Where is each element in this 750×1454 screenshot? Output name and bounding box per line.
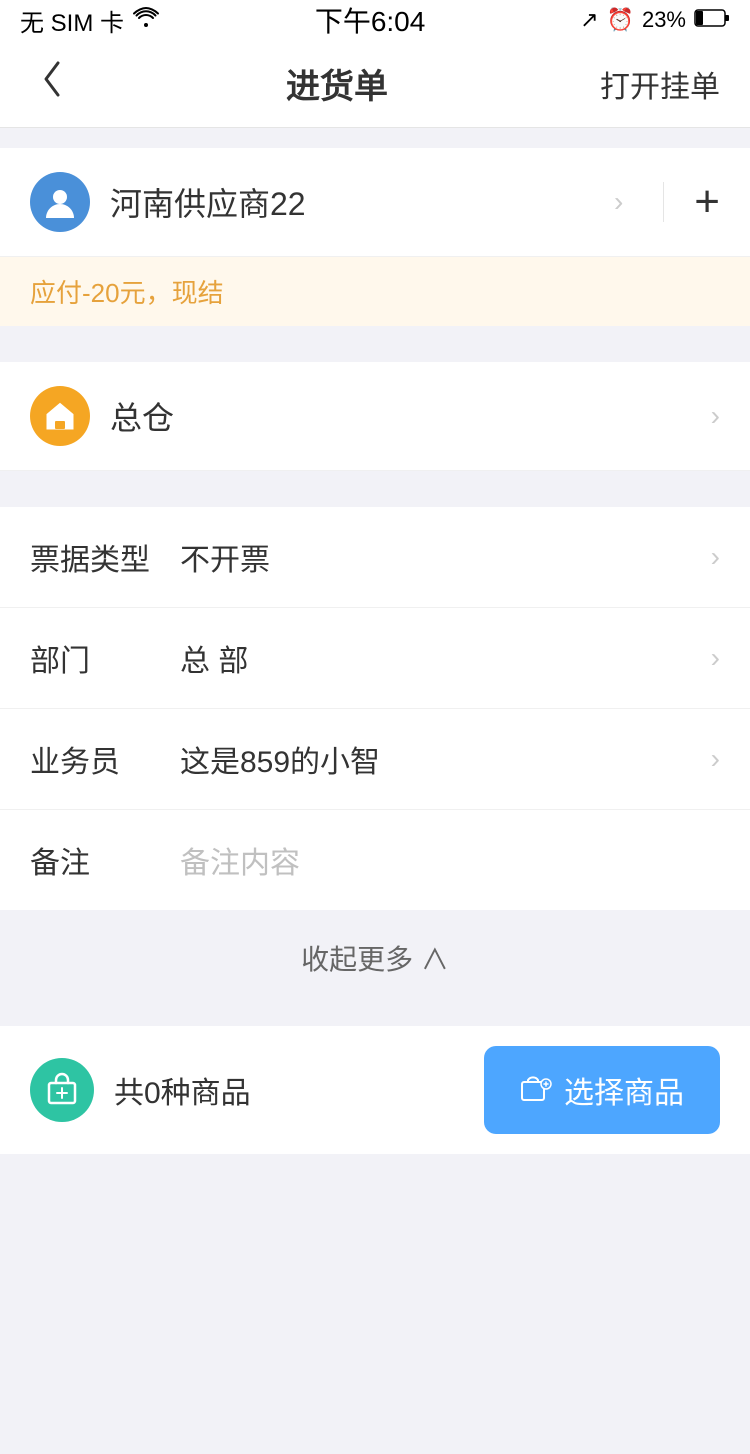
- salesperson-chevron-icon: ›: [711, 743, 720, 775]
- warehouse-chevron-icon: ›: [711, 400, 720, 432]
- section-gap-2: [0, 326, 750, 346]
- supplier-row[interactable]: 河南供应商22 › +: [0, 148, 750, 257]
- warehouse-row[interactable]: 总仓 ›: [0, 362, 750, 471]
- supplier-avatar: [30, 172, 90, 232]
- status-bar: 无 SIM 卡 下午6:04 ↗ ⏰ 23%: [0, 0, 750, 40]
- alarm-icon: ⏰: [607, 7, 634, 33]
- supplier-divider: [663, 182, 664, 222]
- supplier-name: 河南供应商22: [110, 179, 614, 225]
- invoice-type-value: 不开票: [180, 535, 711, 579]
- collapse-bar[interactable]: 收起更多 ∧: [0, 910, 750, 1006]
- notice-text: 应付-20元，现结: [30, 278, 224, 308]
- wifi-icon: [132, 6, 160, 34]
- remark-input[interactable]: 备注内容: [180, 838, 720, 882]
- salesperson-row[interactable]: 业务员 这是859的小智 ›: [0, 709, 750, 810]
- warehouse-name: 总仓: [110, 393, 711, 439]
- page-background: [0, 1154, 750, 1454]
- section-gap-3: [0, 471, 750, 491]
- remark-label: 备注: [30, 838, 180, 882]
- bottom-bar: 共0种商品 选择商品: [0, 1026, 750, 1154]
- status-left: 无 SIM 卡: [20, 3, 160, 38]
- salesperson-value: 这是859的小智: [180, 737, 711, 781]
- location-icon: ↗: [580, 7, 598, 33]
- section-gap-4: [0, 1006, 750, 1026]
- back-button[interactable]: [30, 49, 74, 118]
- invoice-type-chevron-icon: ›: [711, 541, 720, 573]
- battery-text: 23%: [642, 7, 686, 33]
- collapse-label: 收起更多 ∧: [301, 944, 449, 975]
- select-product-label: 选择商品: [564, 1068, 684, 1112]
- product-count-text: 共0种商品: [114, 1068, 484, 1112]
- department-label: 部门: [30, 636, 180, 680]
- invoice-type-row[interactable]: 票据类型 不开票 ›: [0, 507, 750, 608]
- warehouse-section: 总仓 ›: [0, 362, 750, 471]
- department-chevron-icon: ›: [711, 642, 720, 674]
- supplier-chevron-icon: ›: [614, 186, 623, 218]
- no-sim-text: 无 SIM 卡: [20, 3, 124, 38]
- status-time: 下午6:04: [315, 0, 426, 40]
- add-supplier-button[interactable]: +: [694, 180, 720, 224]
- section-gap-1: [0, 128, 750, 148]
- department-row[interactable]: 部门 总 部 ›: [0, 608, 750, 709]
- department-value: 总 部: [180, 636, 711, 680]
- battery-icon: [694, 7, 730, 33]
- select-product-button[interactable]: 选择商品: [484, 1046, 720, 1134]
- supplier-section: 河南供应商22 › + 应付-20元，现结: [0, 148, 750, 326]
- status-right: ↗ ⏰ 23%: [580, 7, 730, 33]
- salesperson-label: 业务员: [30, 737, 180, 781]
- page-title: 进货单: [286, 59, 388, 108]
- notice-bar: 应付-20元，现结: [0, 257, 750, 326]
- form-section: 票据类型 不开票 › 部门 总 部 › 业务员 这是859的小智 › 备注 备注…: [0, 507, 750, 910]
- nav-bar: 进货单 打开挂单: [0, 40, 750, 128]
- remark-row[interactable]: 备注 备注内容: [0, 810, 750, 910]
- invoice-type-label: 票据类型: [30, 535, 180, 579]
- open-pending-button[interactable]: 打开挂单: [600, 62, 720, 106]
- warehouse-icon: [30, 386, 90, 446]
- product-count-icon: [30, 1058, 94, 1122]
